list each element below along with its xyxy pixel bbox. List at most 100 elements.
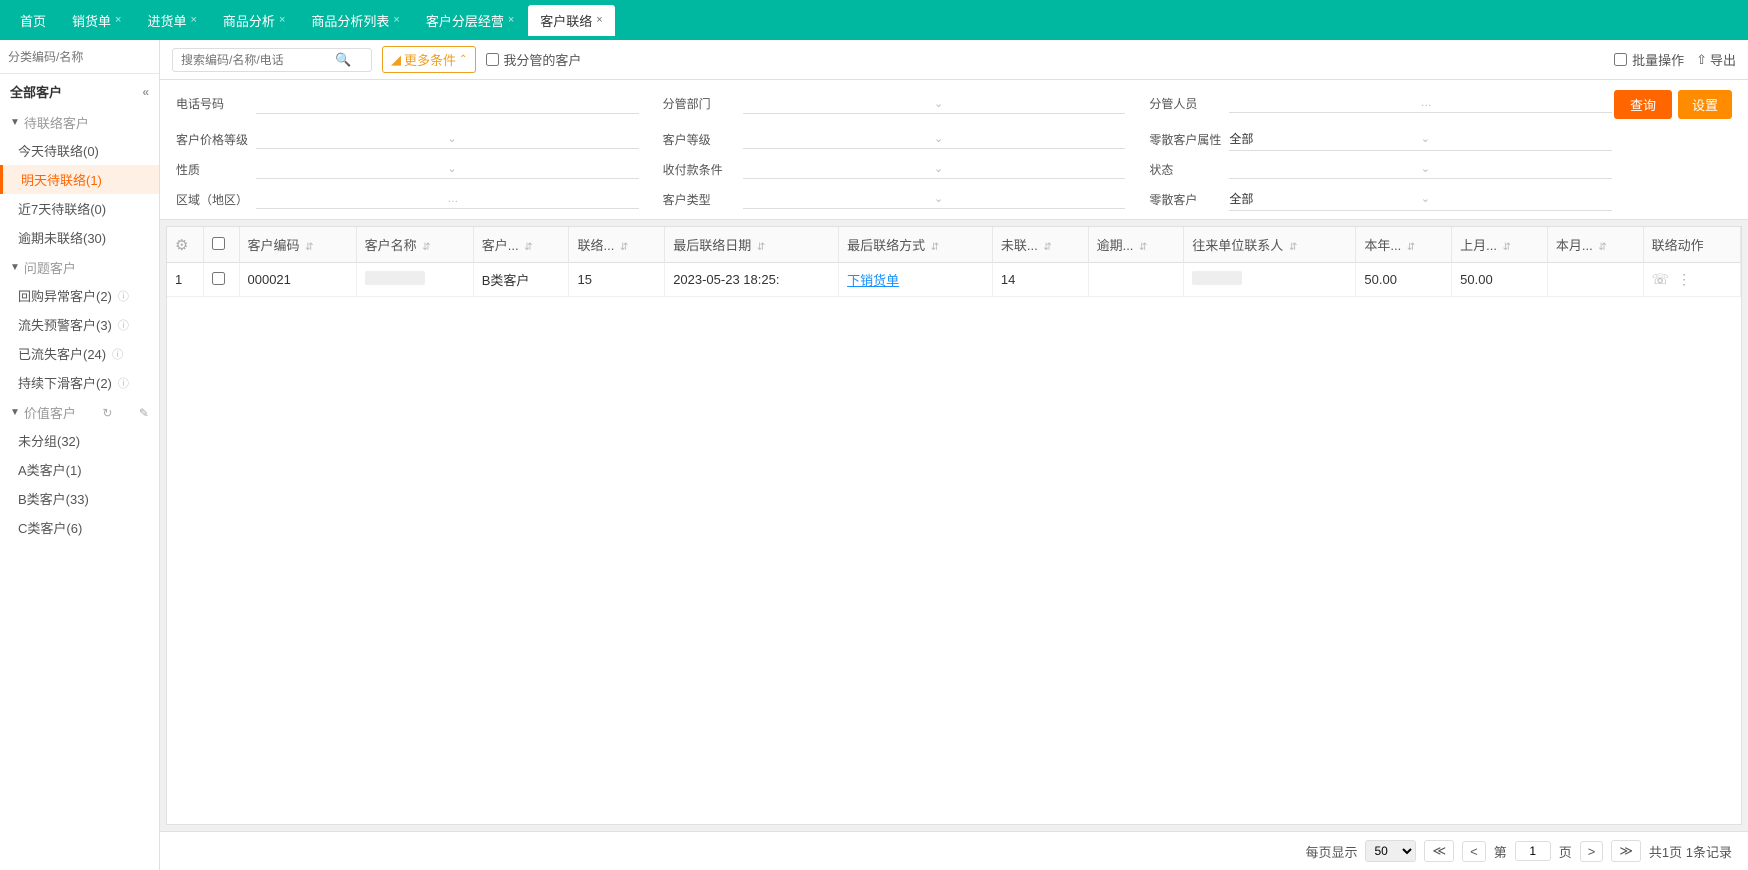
data-table: ⚙ 客户编码 ⇵ 客户名称 ⇵ [167, 227, 1741, 297]
sidebar-item-c-class[interactable]: C类客户(6) [0, 513, 159, 542]
nav-product-analysis[interactable]: 商品分析 × [211, 5, 297, 36]
sort-icon-name[interactable]: ⇵ [422, 242, 430, 253]
nav-customer-tier[interactable]: 客户分层经营 × [414, 5, 526, 36]
export-btn[interactable]: ⇧ 导出 [1696, 50, 1736, 69]
nav-home[interactable]: 首页 [8, 5, 58, 36]
payment-select[interactable]: ⌄ [743, 159, 1126, 179]
customer-name-masked [365, 271, 425, 285]
last-page-btn[interactable]: ≫ [1611, 840, 1641, 862]
nav-close-product-analysis[interactable]: × [279, 14, 285, 26]
nav-close-customer-tier[interactable]: × [508, 14, 514, 26]
sidebar-search-input[interactable] [8, 50, 160, 64]
sidebar-item-b-class[interactable]: B类客户(33) [0, 484, 159, 513]
query-btn[interactable]: 查询 [1614, 90, 1672, 119]
row-checkbox[interactable] [212, 272, 225, 285]
nav-close-product-analysis-list[interactable]: × [393, 14, 399, 26]
dept-select[interactable]: ⌄ [743, 94, 1126, 114]
chevron-up-icon: ⌃ [459, 54, 467, 65]
sidebar-item-today[interactable]: 今天待联络(0) [0, 136, 159, 165]
first-page-btn[interactable]: ≪ [1424, 840, 1454, 862]
cell-overdue [1088, 263, 1184, 297]
sort-icon-person[interactable]: ⇵ [1289, 242, 1297, 253]
sidebar-item-churned[interactable]: 已流失客户(24) ⓘ [0, 339, 159, 368]
sidebar-item-repurchase-anomaly[interactable]: 回购异常客户(2) ⓘ [0, 281, 159, 310]
customer-type-select[interactable]: ⌄ [743, 189, 1126, 209]
sort-icon-method[interactable]: ⇵ [931, 242, 939, 253]
nav-sales-order[interactable]: 销货单 × [60, 5, 133, 36]
manager-select[interactable]: … [1229, 94, 1612, 113]
retail-attr-select[interactable]: 全部 ⌄ [1229, 127, 1612, 151]
sidebar-item-churn-warning[interactable]: 流失预警客户(3) ⓘ [0, 310, 159, 339]
col-contact-count: 联络... ⇵ [569, 227, 665, 263]
sort-icon-last-month[interactable]: ⇵ [1503, 242, 1511, 253]
group-problem-customers[interactable]: ▼ 问题客户 [0, 252, 159, 281]
retail-customer-select[interactable]: 全部 ⌄ [1229, 187, 1612, 211]
sort-icon-code[interactable]: ⇵ [305, 242, 313, 253]
price-level-select[interactable]: ⌄ [256, 129, 639, 149]
field-customer-level: 客户等级 ⌄ [663, 129, 1126, 149]
col-settings: ⚙ [167, 227, 203, 263]
nav-close-purchase-order[interactable]: × [190, 14, 196, 26]
action-icons-container: ☏ ⋮ [1652, 271, 1732, 288]
content-area: 🔍 ◢ 更多条件 ⌃ 我分管的客户 批量操作 ⇧ 导出 [160, 40, 1748, 870]
prev-page-btn[interactable]: < [1462, 841, 1486, 862]
nav-purchase-order[interactable]: 进货单 × [135, 5, 208, 36]
phone-action-icon[interactable]: ☏ [1652, 271, 1670, 288]
nav-product-analysis-list[interactable]: 商品分析列表 × [299, 5, 411, 36]
sidebar-item-7days[interactable]: 近7天待联络(0) [0, 194, 159, 223]
sort-icon-contact[interactable]: ⇵ [620, 242, 628, 253]
sort-icon-this-month[interactable]: ⇵ [1598, 242, 1606, 253]
sidebar-item-declining[interactable]: 持续下滑客户(2) ⓘ [0, 368, 159, 397]
nav-customer-contact[interactable]: 客户联络 × [528, 5, 614, 36]
field-dept: 分管部门 ⌄ [663, 94, 1126, 114]
price-level-arrow: ⌄ [447, 132, 638, 145]
settings-btn[interactable]: 设置 [1678, 90, 1732, 119]
group-value-customers[interactable]: ▼ 价值客户 ↻ ✎ [0, 397, 159, 426]
batch-checkbox[interactable] [1614, 53, 1627, 66]
field-region: 区域（地区） … [176, 190, 639, 209]
group-pending-contact[interactable]: ▼ 待联络客户 [0, 107, 159, 136]
per-page-select[interactable]: 50 100 200 [1365, 840, 1416, 862]
sidebar-item-tomorrow[interactable]: 明天待联络(1) [0, 165, 159, 194]
nature-select[interactable]: ⌄ [256, 159, 639, 179]
cell-uncontacted: 14 [992, 263, 1088, 297]
my-customers-checkbox-area[interactable]: 我分管的客户 [486, 50, 581, 69]
status-select[interactable]: ⌄ [1229, 159, 1612, 179]
refresh-icon[interactable]: ↻ [102, 406, 112, 420]
all-customers-header: 全部客户 « [0, 74, 159, 107]
sort-icon-year[interactable]: ⇵ [1407, 242, 1415, 253]
search-icon[interactable]: 🔍 [335, 52, 351, 68]
my-customers-checkbox[interactable] [486, 53, 499, 66]
contact-person-masked [1192, 271, 1242, 285]
main-container: 🔍 全部客户 « ▼ 待联络客户 今天待联络(0) 明天待联络(1) 近7天待联… [0, 40, 1748, 870]
sort-icon-uncontacted[interactable]: ⇵ [1043, 242, 1051, 253]
search-box: 🔍 [172, 48, 372, 72]
customer-level-select[interactable]: ⌄ [743, 129, 1126, 149]
nav-close-customer-contact[interactable]: × [596, 14, 602, 26]
select-all-checkbox[interactable] [212, 237, 225, 250]
next-page-btn[interactable]: > [1580, 841, 1604, 862]
more-conditions-btn[interactable]: ◢ 更多条件 ⌃ [382, 46, 476, 73]
nav-close-sales-order[interactable]: × [115, 14, 121, 26]
field-manager: 分管人员 … [1149, 94, 1612, 113]
field-retail-attr: 零散客户属性 全部 ⌄ [1149, 127, 1612, 151]
cell-last-month: 50.00 [1452, 263, 1548, 297]
batch-operation-btn[interactable]: 批量操作 [1614, 50, 1684, 69]
sort-icon-type[interactable]: ⇵ [524, 242, 532, 253]
search-input[interactable] [181, 53, 331, 67]
sidebar-item-ungrouped[interactable]: 未分组(32) [0, 426, 159, 455]
sidebar-item-overdue[interactable]: 逾期未联络(30) [0, 223, 159, 252]
sidebar-item-a-class[interactable]: A类客户(1) [0, 455, 159, 484]
page-number-input[interactable] [1515, 841, 1551, 861]
table-settings-icon[interactable]: ⚙ [175, 237, 188, 254]
sort-icon-overdue[interactable]: ⇵ [1139, 242, 1147, 253]
phone-input[interactable] [256, 93, 639, 114]
edit-icon[interactable]: ✎ [139, 406, 149, 420]
sort-icon-date[interactable]: ⇵ [757, 242, 765, 253]
collapse-icon[interactable]: « [142, 85, 149, 99]
cell-person [1184, 263, 1356, 297]
last-method-link[interactable]: 下销货单 [847, 273, 899, 288]
region-select[interactable]: … [256, 190, 639, 209]
filter-toolbar: 🔍 ◢ 更多条件 ⌃ 我分管的客户 批量操作 ⇧ 导出 [160, 40, 1748, 80]
grid-action-icon[interactable]: ⋮ [1677, 271, 1691, 288]
